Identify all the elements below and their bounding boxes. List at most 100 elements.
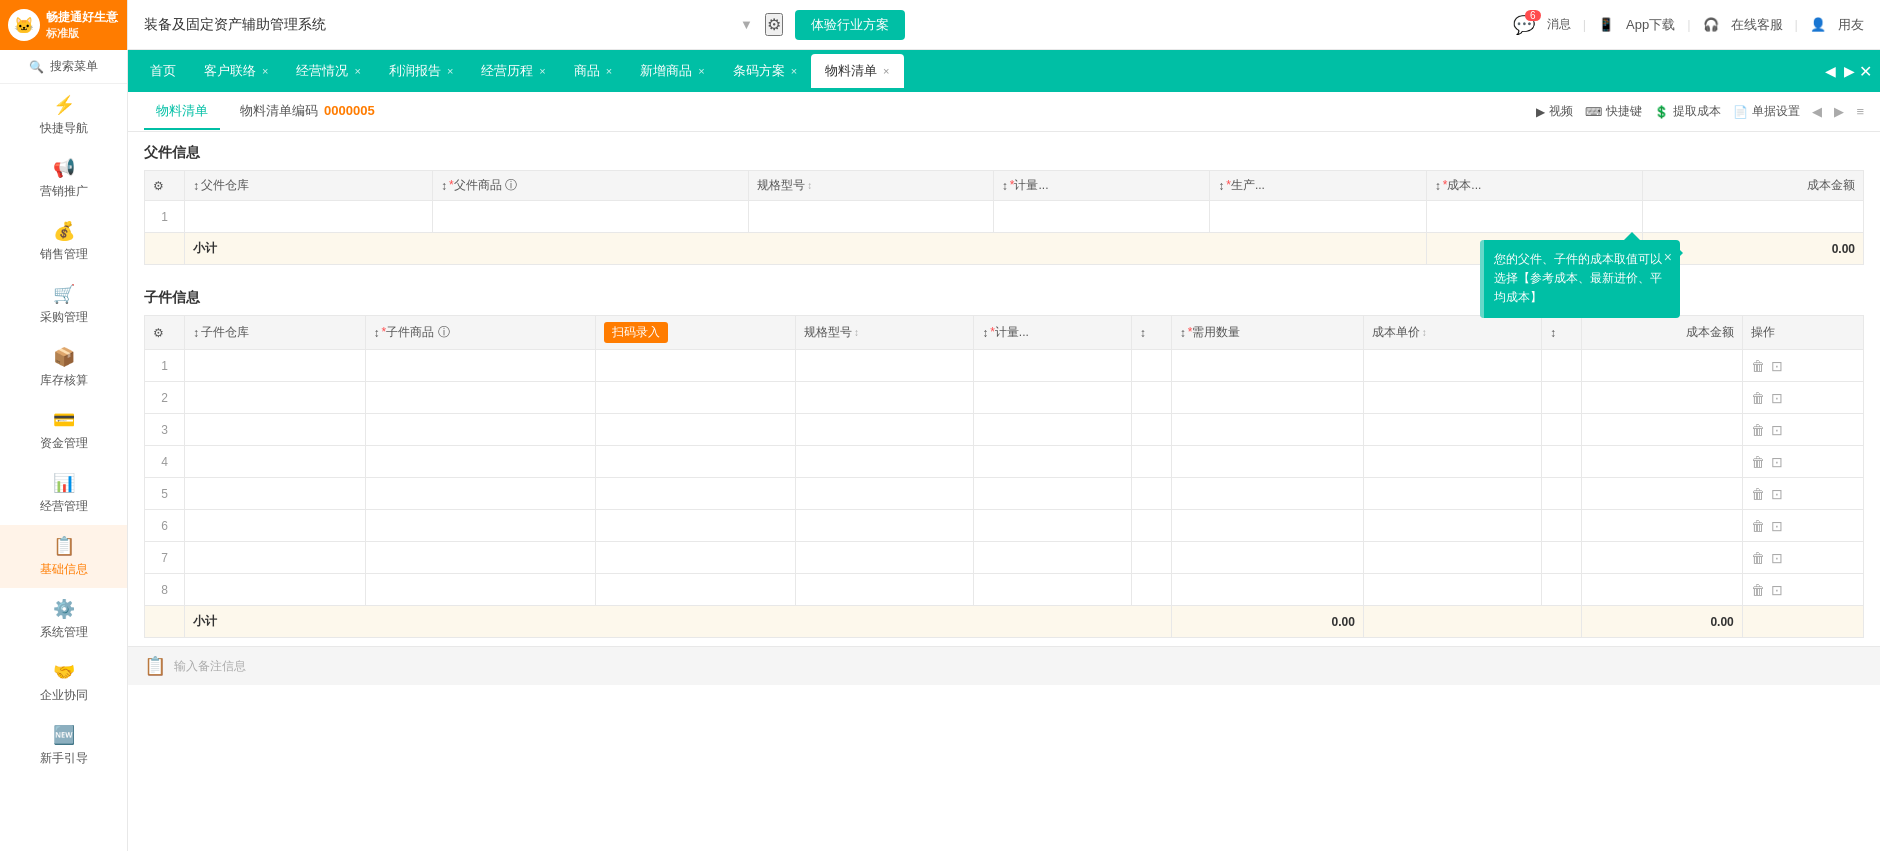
tab-bom-close[interactable]: × bbox=[883, 65, 889, 77]
tab-newgoods-close[interactable]: × bbox=[698, 65, 704, 77]
child-row-1-qty[interactable] bbox=[1171, 350, 1363, 382]
child-row-1-product[interactable] bbox=[365, 350, 595, 382]
sidebar-item-sales[interactable]: 💰 销售管理 bbox=[0, 210, 127, 273]
app-download-link[interactable]: App下载 bbox=[1626, 16, 1675, 34]
message-button[interactable]: 💬 6 bbox=[1513, 14, 1535, 36]
tab-profit[interactable]: 利润报告 × bbox=[375, 54, 467, 88]
enterprise-icon: 🤝 bbox=[53, 661, 75, 683]
copy-icon[interactable]: ⊡ bbox=[1771, 518, 1783, 534]
trial-button[interactable]: 体验行业方案 bbox=[795, 10, 905, 40]
tab-goods[interactable]: 商品 × bbox=[560, 54, 626, 88]
tab-profit-close[interactable]: × bbox=[447, 65, 453, 77]
delete-icon[interactable]: 🗑 bbox=[1751, 358, 1765, 374]
nav-next-arrow[interactable]: ▶ bbox=[1840, 59, 1859, 83]
nav-prev-arrow[interactable]: ◀ bbox=[1821, 59, 1840, 83]
parent-row-1-unit[interactable] bbox=[993, 201, 1209, 233]
basic-icon: 📋 bbox=[53, 535, 75, 557]
table-row: 2 🗑⊡ bbox=[145, 382, 1864, 414]
layout-icon[interactable]: ≡ bbox=[1856, 104, 1864, 119]
settings-gear-button[interactable]: ⚙ bbox=[765, 13, 783, 36]
child-col-settings[interactable]: ⚙ bbox=[145, 316, 185, 350]
child-row-1-unit[interactable] bbox=[974, 350, 1132, 382]
copy-icon[interactable]: ⊡ bbox=[1771, 390, 1783, 406]
copy-icon[interactable]: ⊡ bbox=[1771, 358, 1783, 374]
tab-bom[interactable]: 物料清单 × bbox=[811, 54, 903, 88]
sidebar-item-guide[interactable]: 🆕 新手引导 bbox=[0, 714, 127, 777]
tab-operations-close[interactable]: × bbox=[354, 65, 360, 77]
tab-history-close[interactable]: × bbox=[539, 65, 545, 77]
nav-left-icon[interactable]: ◀ bbox=[1812, 104, 1822, 119]
nav-right-icon[interactable]: ▶ bbox=[1834, 104, 1844, 119]
child-row-1-unit-cost[interactable] bbox=[1363, 350, 1541, 382]
online-service-link[interactable]: 在线客服 bbox=[1731, 16, 1783, 34]
action-shortcut[interactable]: ⌨ 快捷键 bbox=[1585, 103, 1642, 120]
tab-customers[interactable]: 客户联络 × bbox=[190, 54, 282, 88]
parent-row-1-produce[interactable] bbox=[1210, 201, 1426, 233]
close-all-tabs[interactable]: ✕ bbox=[1859, 62, 1872, 81]
tab-barcode-close[interactable]: × bbox=[791, 65, 797, 77]
tab-history[interactable]: 经营历程 × bbox=[467, 54, 559, 88]
delete-icon[interactable]: 🗑 bbox=[1751, 486, 1765, 502]
sidebar-item-inventory[interactable]: 📦 库存核算 bbox=[0, 336, 127, 399]
sub-tab-bom-code[interactable]: 物料清单编码 0000005 bbox=[228, 94, 387, 130]
search-icon: 🔍 bbox=[29, 60, 44, 74]
child-col-spec: 规格型号↕ bbox=[796, 316, 974, 350]
parent-col-cost: ↕*成本... bbox=[1426, 171, 1642, 201]
action-video[interactable]: ▶ 视频 bbox=[1536, 103, 1573, 120]
tab-home[interactable]: 首页 bbox=[136, 54, 190, 88]
child-table: ⚙ ↕子件仓库 ↕*子件商品 ⓘ 扫码录入 规格型号↕ bbox=[144, 315, 1864, 638]
child-row-1-spec[interactable] bbox=[796, 350, 974, 382]
child-col-scan[interactable]: 扫码录入 bbox=[595, 316, 795, 350]
sidebar: 🐱 畅捷通好生意 标准版 🔍 搜索菜单 ⚡ 快捷导航 📢 营销推广 💰 销售管理… bbox=[0, 0, 128, 851]
sidebar-item-finance[interactable]: 💳 资金管理 bbox=[0, 399, 127, 462]
sidebar-item-operations[interactable]: 📊 经营管理 bbox=[0, 462, 127, 525]
sidebar-item-purchase[interactable]: 🛒 采购管理 bbox=[0, 273, 127, 336]
sidebar-item-quicknav[interactable]: ⚡ 快捷导航 bbox=[0, 84, 127, 147]
sidebar-item-system[interactable]: ⚙️ 系统管理 bbox=[0, 588, 127, 651]
delete-icon[interactable]: 🗑 bbox=[1751, 422, 1765, 438]
scan-button[interactable]: 扫码录入 bbox=[604, 322, 668, 343]
user-menu[interactable]: 用友 bbox=[1838, 16, 1864, 34]
parent-row-1-warehouse[interactable] bbox=[185, 201, 433, 233]
delete-icon[interactable]: 🗑 bbox=[1751, 518, 1765, 534]
sidebar-item-basic[interactable]: 📋 基础信息 bbox=[0, 525, 127, 588]
tab-barcode[interactable]: 条码方案 × bbox=[719, 54, 811, 88]
tab-operations[interactable]: 经营情况 × bbox=[282, 54, 374, 88]
parent-col-settings[interactable]: ⚙ bbox=[145, 171, 185, 201]
copy-icon[interactable]: ⊡ bbox=[1771, 550, 1783, 566]
copy-icon[interactable]: ⊡ bbox=[1771, 582, 1783, 598]
tab-newgoods[interactable]: 新增商品 × bbox=[626, 54, 718, 88]
delete-icon[interactable]: 🗑 bbox=[1751, 550, 1765, 566]
action-doc-settings[interactable]: 📄 单据设置 bbox=[1733, 103, 1800, 120]
delete-icon[interactable]: 🗑 bbox=[1751, 582, 1765, 598]
tab-customers-close[interactable]: × bbox=[262, 65, 268, 77]
parent-col-spec: 规格型号↕ bbox=[749, 171, 994, 201]
copy-icon[interactable]: ⊡ bbox=[1771, 422, 1783, 438]
sidebar-item-enterprise[interactable]: 🤝 企业协同 bbox=[0, 651, 127, 714]
parent-col-cost-amount: 成本金额 bbox=[1643, 171, 1864, 201]
copy-icon[interactable]: ⊡ bbox=[1771, 454, 1783, 470]
parent-row-1-product[interactable] bbox=[433, 201, 749, 233]
topbar: 装备及固定资产辅助管理系统 ▼ ⚙ 体验行业方案 💬 6 消息 | 📱 App下… bbox=[128, 0, 1880, 50]
sidebar-search[interactable]: 🔍 搜索菜单 bbox=[0, 50, 127, 84]
shortcut-icon: ⌨ bbox=[1585, 105, 1602, 119]
operations-icon: 📊 bbox=[53, 472, 75, 494]
sub-tab-bom-list[interactable]: 物料清单 bbox=[144, 94, 220, 130]
child-row-1-warehouse[interactable] bbox=[185, 350, 366, 382]
tab-goods-close[interactable]: × bbox=[606, 65, 612, 77]
parent-col-unit: ↕*计量... bbox=[993, 171, 1209, 201]
copy-icon[interactable]: ⊡ bbox=[1771, 486, 1783, 502]
bottom-bar-label[interactable]: 输入备注信息 bbox=[174, 658, 246, 675]
parent-row-1-cost[interactable] bbox=[1426, 201, 1642, 233]
tooltip-arrow bbox=[1624, 224, 1640, 240]
topbar-dropdown-arrow[interactable]: ▼ bbox=[740, 17, 753, 32]
action-extract-cost[interactable]: 💲 提取成本 bbox=[1654, 103, 1721, 120]
parent-row-1-spec[interactable] bbox=[749, 201, 994, 233]
sidebar-item-marketing[interactable]: 📢 营销推广 bbox=[0, 147, 127, 210]
delete-icon[interactable]: 🗑 bbox=[1751, 454, 1765, 470]
delete-icon[interactable]: 🗑 bbox=[1751, 390, 1765, 406]
tooltip-close-button[interactable]: × bbox=[1664, 246, 1672, 268]
tooltip-box: × 您的父件、子件的成本取值可以选择【参考成本、最新进价、平均成本】 bbox=[1480, 240, 1680, 318]
parent-subtotal-label: 小计 bbox=[185, 233, 1427, 265]
child-col-sort: ↕ bbox=[1131, 316, 1171, 350]
